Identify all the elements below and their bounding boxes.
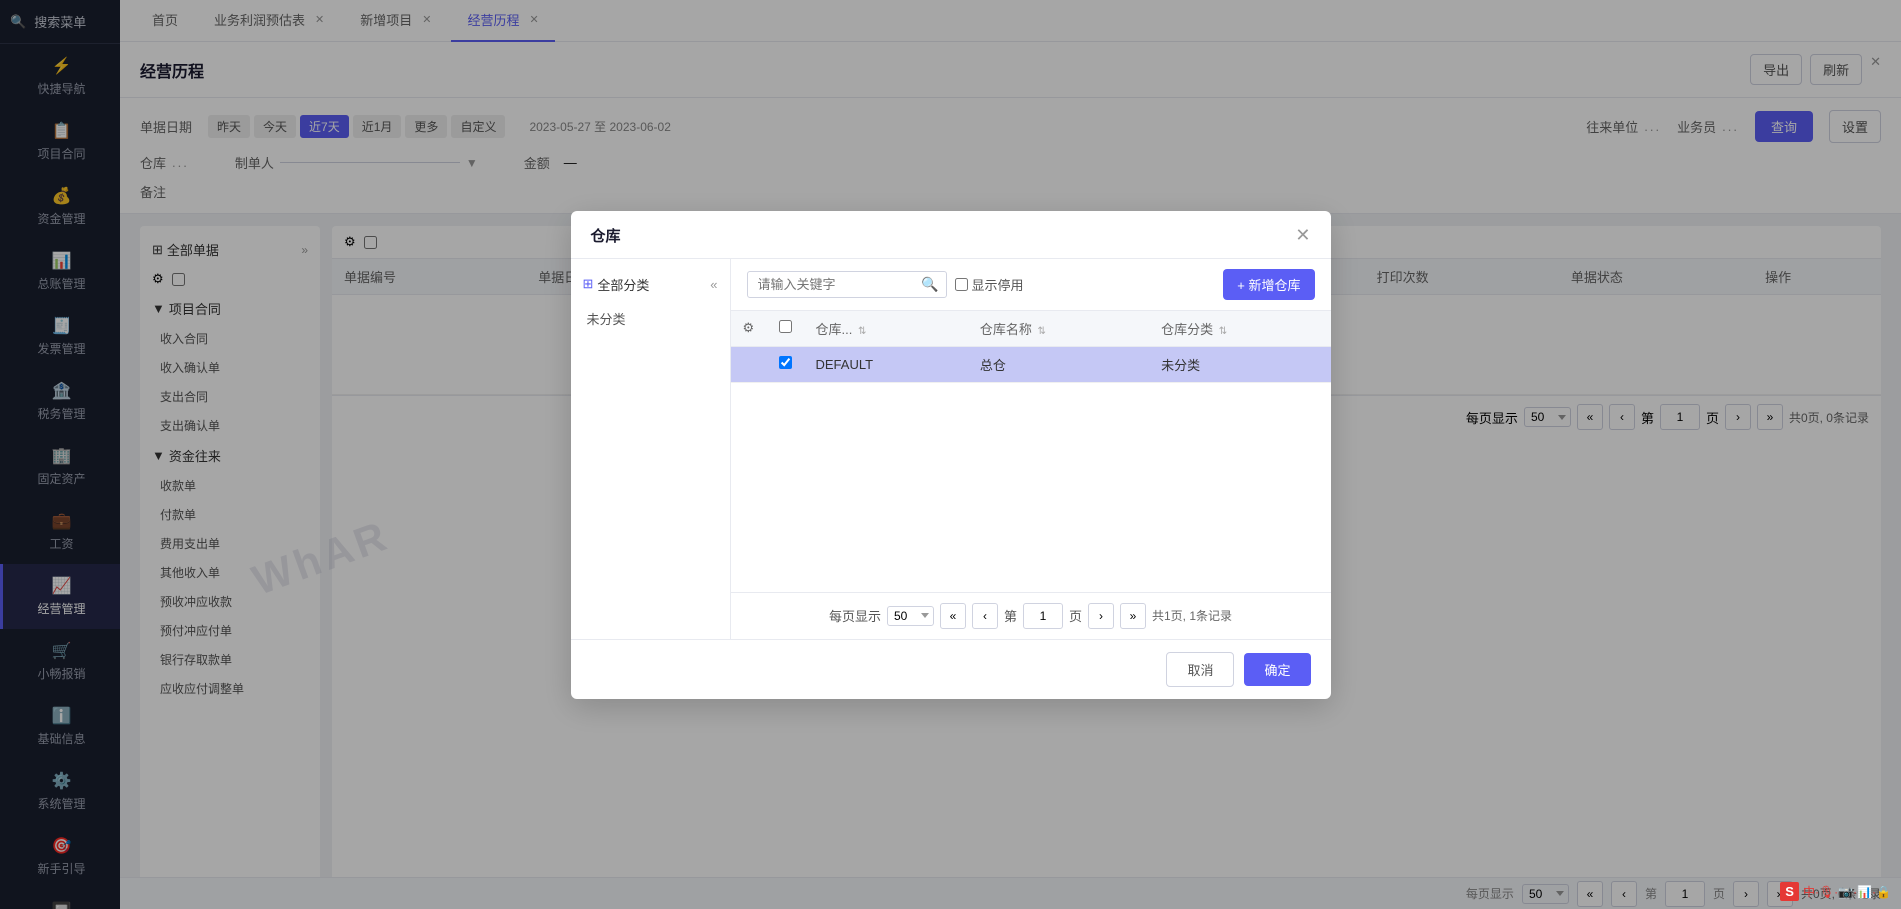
cancel-button[interactable]: 取消 (1166, 652, 1234, 687)
logo-s: S (1780, 882, 1799, 901)
dialog-overlay[interactable]: 仓库 ✕ ⊞ 全部分类 « 未分类 (0, 0, 1901, 909)
dialog-pagination: 每页显示 50 100 « ‹ 第 页 › » 共1页, 1条记录 (731, 592, 1331, 639)
dialog-close-btn[interactable]: ✕ (1295, 225, 1310, 246)
table-row[interactable]: DEFAULT 总仓 未分类 (731, 346, 1331, 382)
td-category: 未分类 (1149, 346, 1330, 382)
corner-logo: S 中·🎙·📷·📊·🔒 (1780, 882, 1891, 901)
dialog-body: ⊞ 全部分类 « 未分类 🔍 (571, 259, 1331, 639)
logo-text: 中·🎙·📷·📊·🔒 (1803, 883, 1891, 900)
cat-item-uncategorized[interactable]: 未分类 (571, 302, 730, 335)
th-warehouse-name: 仓库名称 ⇅ (968, 311, 1149, 347)
dialog-left-header: ⊞ 全部分类 « (571, 271, 730, 302)
dialog-page-size-select[interactable]: 50 100 (887, 606, 934, 626)
warehouse-search-input[interactable] (747, 271, 947, 298)
sort-icon-category: ⇅ (1219, 326, 1227, 337)
dialog-title: 仓库 (591, 225, 621, 246)
all-categories-icon: ⊞ (583, 276, 594, 292)
dialog-next-page[interactable]: › (1088, 603, 1114, 629)
table-settings-icon[interactable]: ⚙ (743, 320, 755, 335)
th-warehouse-category: 仓库分类 ⇅ (1149, 311, 1330, 347)
search-wrap: 🔍 (747, 271, 947, 298)
dialog-page-input[interactable] (1023, 603, 1063, 629)
dialog-toolbar: 🔍 显示停用 + 新增仓库 (731, 259, 1331, 311)
dialog-page-label: 第 (1004, 606, 1017, 625)
dialog-left-panel: ⊞ 全部分类 « 未分类 (571, 259, 731, 639)
collapse-icon[interactable]: « (710, 277, 717, 292)
all-categories-label: 全部分类 (597, 275, 710, 294)
dialog-footer: 取消 确定 (571, 639, 1331, 699)
dialog-first-page[interactable]: « (940, 603, 966, 629)
th-checkbox (767, 311, 804, 347)
dialog-header: 仓库 ✕ (571, 211, 1331, 259)
add-warehouse-button[interactable]: + 新增仓库 (1223, 269, 1314, 300)
row-checkbox[interactable] (779, 356, 792, 369)
select-all-checkbox[interactable] (779, 320, 792, 333)
td-checkbox (767, 346, 804, 382)
dialog-per-page-label: 每页显示 (829, 606, 881, 625)
td-code: DEFAULT (804, 346, 968, 382)
dialog-prev-page[interactable]: ‹ (972, 603, 998, 629)
confirm-button[interactable]: 确定 (1244, 653, 1310, 686)
dialog-table-wrap: ⚙ 仓库... ⇅ 仓库名称 ⇅ (731, 311, 1331, 592)
dialog-last-page[interactable]: » (1120, 603, 1146, 629)
show-disabled-checkbox[interactable] (955, 278, 968, 291)
warehouse-table: ⚙ 仓库... ⇅ 仓库名称 ⇅ (731, 311, 1331, 383)
dialog-page-suffix: 页 (1069, 606, 1082, 625)
show-disabled-label: 显示停用 (955, 275, 1024, 294)
th-settings: ⚙ (731, 311, 767, 347)
th-warehouse-code: 仓库... ⇅ (804, 311, 968, 347)
td-name: 总仓 (968, 346, 1149, 382)
dialog-search-wrap: 🔍 显示停用 (747, 271, 1024, 298)
dialog-page-total: 共1页, 1条记录 (1152, 607, 1232, 624)
dialog-right-panel: 🔍 显示停用 + 新增仓库 (731, 259, 1331, 639)
sort-icon-code: ⇅ (858, 326, 866, 337)
td-settings (731, 346, 767, 382)
sort-icon-name: ⇅ (1037, 326, 1045, 337)
warehouse-dialog: 仓库 ✕ ⊞ 全部分类 « 未分类 (571, 211, 1331, 699)
